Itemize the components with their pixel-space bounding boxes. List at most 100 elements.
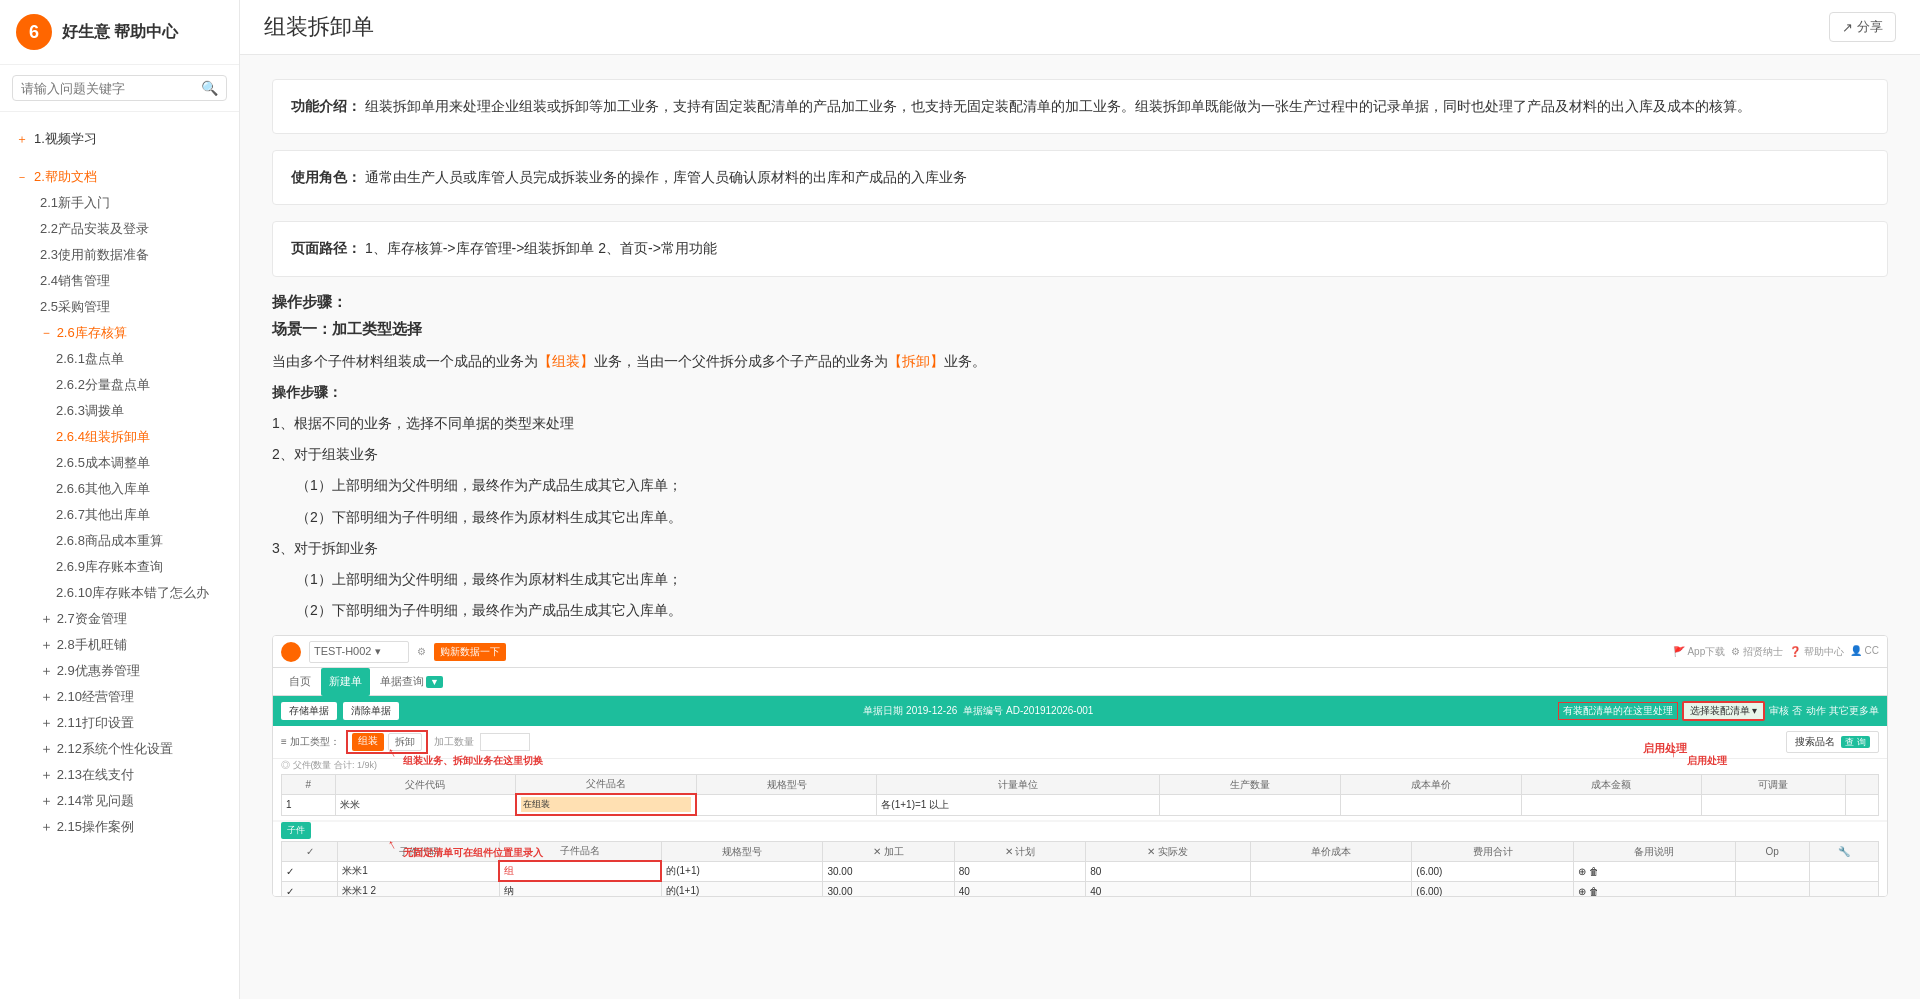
mini-top-row-1: 1 米米 在组装 各(1+1)=1 以上 <box>282 794 1879 815</box>
mini-bcol-op: Op <box>1735 842 1809 862</box>
screenshot-container: TEST-H002 ▾ ⚙ 购新数据一下 🚩 App下载 ⚙ 招贤纳士 ❓ 帮助… <box>272 635 1888 897</box>
sidebar-item-prepare[interactable]: 2.3使用前数据准备 <box>16 242 223 268</box>
screenshot-inner: TEST-H002 ▾ ⚙ 购新数据一下 🚩 App下载 ⚙ 招贤纳士 ❓ 帮助… <box>273 636 1887 896</box>
sidebar-item-print[interactable]: ＋ 2.11打印设置 <box>16 710 223 736</box>
mini-label-date: 单据日期 2019-12-26 <box>863 704 957 718</box>
mini-nav: 自页 新建单 单据查询 ▼ <box>273 668 1887 696</box>
mini-col-qty: 计量单位 <box>877 775 1160 795</box>
sidebar-item-install[interactable]: 2.2产品安装及登录 <box>16 216 223 242</box>
logo-area: 6 好生意 帮助中心 <box>0 0 239 65</box>
scenario1-block: 场景一：加工类型选择 当由多个子件材料组装成一个成品的业务为【组装】业务，当由一… <box>272 320 1888 624</box>
minus-icon-docs: － <box>16 169 28 186</box>
logo-icon: 6 <box>16 14 52 50</box>
step2: 2、对于组装业务 <box>272 442 1888 467</box>
step3-sub1: （1）上部明细为父件明细，最终作为原材料生成其它出库单； <box>272 567 1888 592</box>
mini-bcol-plan: ✕ 计划 <box>954 842 1085 862</box>
mini-qty-input <box>480 733 530 751</box>
sidebar-item-inventory[interactable]: － 2.6库存核算 <box>16 320 223 346</box>
sidebar-item-newbie[interactable]: 2.1新手入门 <box>16 190 223 216</box>
nav-tree: ＋ 1.视频学习 － 2.帮助文档 2.1新手入门 2.2产品安装及登录 2.3… <box>0 112 239 999</box>
mini-col-cost: 成本单价 <box>1340 775 1521 795</box>
sidebar-item-faq[interactable]: ＋ 2.14常见问题 <box>16 788 223 814</box>
mini-bottom-table: ✓ 子件代码 子件品名 规格型号 ✕ 加工 ✕ 计划 ✕ 实际发 单价成本 费用… <box>281 841 1879 896</box>
mini-col-num: # <box>282 775 336 795</box>
mini-col-spec: 规格型号 <box>696 775 877 795</box>
mini-bcol-icons: 🔧 <box>1809 842 1878 862</box>
sidebar-item-payment[interactable]: ＋ 2.13在线支付 <box>16 762 223 788</box>
sidebar-item-inventory-267[interactable]: 2.6.7其他出库单 <box>16 502 223 528</box>
intro-label: 功能介绍： <box>291 98 361 114</box>
mini-bcol-code: 子件代码 <box>338 842 500 862</box>
mini-type-disassemble: 拆卸 <box>388 733 422 751</box>
topbar: 组装拆卸单 ↗ 分享 <box>240 0 1920 55</box>
sidebar-item-docs[interactable]: － 2.帮助文档 <box>16 164 223 190</box>
sidebar-item-personalize[interactable]: ＋ 2.12系统个性化设置 <box>16 736 223 762</box>
mini-col-stock: 可调量 <box>1702 775 1846 795</box>
share-button[interactable]: ↗ 分享 <box>1829 12 1896 42</box>
mini-col-name: 父件品名 <box>516 775 697 795</box>
search-input[interactable] <box>21 81 201 96</box>
sidebar-item-inventory-269[interactable]: 2.6.9库存账本查询 <box>16 554 223 580</box>
mini-col-count: 生产数量 <box>1160 775 1341 795</box>
mini-action: 动作 其它更多单 <box>1806 704 1879 718</box>
sidebar-item-inventory-268[interactable]: 2.6.8商品成本重算 <box>16 528 223 554</box>
share-icon: ↗ <box>1842 20 1853 35</box>
sidebar-item-finance[interactable]: ＋ 2.7资金管理 <box>16 606 223 632</box>
mini-nav-home: 自页 <box>281 668 319 696</box>
mini-bcol-actual: ✕ 实际发 <box>1086 842 1250 862</box>
mini-audit: 审核 否 <box>1769 704 1802 718</box>
mini-ui: TEST-H002 ▾ ⚙ 购新数据一下 🚩 App下载 ⚙ 招贤纳士 ❓ 帮助… <box>273 636 1887 896</box>
plus-icon-video: ＋ <box>16 131 28 148</box>
sidebar-item-mobile[interactable]: ＋ 2.8手机旺铺 <box>16 632 223 658</box>
sidebar-item-management[interactable]: ＋ 2.10经营管理 <box>16 684 223 710</box>
mini-nav-new: 新建单 <box>321 668 370 696</box>
sidebar-item-inventory-264[interactable]: 2.6.4组装拆卸单 <box>16 424 223 450</box>
sidebar-item-inventory-265[interactable]: 2.6.5成本调整单 <box>16 450 223 476</box>
sidebar-item-sales[interactable]: 2.4销售管理 <box>16 268 223 294</box>
ann-enable: 启用处理 <box>1643 741 1687 756</box>
mini-select-bom: 选择装配清单 ▾ <box>1682 701 1766 721</box>
step1: 1、根据不同的业务，选择不同单据的类型来处理 <box>272 411 1888 436</box>
sidebar-item-cases[interactable]: ＋ 2.15操作案例 <box>16 814 223 840</box>
scenario1-steps-heading: 操作步骤： <box>272 380 1888 405</box>
mini-col-op <box>1845 775 1878 795</box>
sidebar-item-inventory-2610[interactable]: 2.6.10库存账本错了怎么办 <box>16 580 223 606</box>
mini-bottom-table-label: 子件 <box>281 822 311 839</box>
role-text: 通常由生产人员或库管人员完成拆装业务的操作，库管人员确认原材料的出库和产成品的入… <box>365 169 967 185</box>
path-block: 页面路径： 1、库存核算->库存管理->组装拆卸单 2、首页->常用功能 <box>272 221 1888 276</box>
mini-top-table: # 父件代码 父件品名 规格型号 计量单位 生产数量 成本单价 成本金额 可调量 <box>281 774 1879 816</box>
mini-col-total: 成本金额 <box>1521 775 1702 795</box>
mini-btn-save: 存储单据 <box>281 702 337 720</box>
logo-text: 好生意 帮助中心 <box>62 22 178 43</box>
mini-btn-clear: 清除单据 <box>343 702 399 720</box>
mini-bcol-name: 子件品名 <box>499 842 661 862</box>
scenario1-heading: 场景一：加工类型选择 <box>272 320 1888 339</box>
mini-qty-label: 加工数量 <box>434 735 474 749</box>
nav-section-video: ＋ 1.视频学习 <box>0 120 239 158</box>
role-block: 使用角色： 通常由生产人员或库管人员完成拆装业务的操作，库管人员确认原材料的出库… <box>272 150 1888 205</box>
mini-icon-2: ⚙ 招贤纳士 <box>1731 645 1783 659</box>
sidebar-item-inventory-261[interactable]: 2.6.1盘点单 <box>16 346 223 372</box>
intro-block: 功能介绍： 组装拆卸单用来处理企业组装或拆卸等加工业务，支持有固定装配清单的产品… <box>272 79 1888 134</box>
mini-logo <box>281 642 301 662</box>
sidebar-item-inventory-262[interactable]: 2.6.2分量盘点单 <box>16 372 223 398</box>
mini-toolbar: 存储单据 清除单据 单据日期 2019-12-26 单据编号 AD-201912… <box>273 696 1887 726</box>
mini-icon-3: ❓ 帮助中心 <box>1789 645 1844 659</box>
sidebar-item-inventory-266[interactable]: 2.6.6其他入库单 <box>16 476 223 502</box>
search-area: 🔍 <box>0 65 239 112</box>
mini-type-assemble: 组装 <box>352 733 384 751</box>
page-title: 组装拆卸单 <box>264 12 374 42</box>
intro-text: 组装拆卸单用来处理企业组装或拆卸等加工业务，支持有固定装配清单的产品加工业务，也… <box>365 98 1751 114</box>
search-box: 🔍 <box>12 75 227 101</box>
mini-bottom-table-area: 子件 ✓ 子件代码 子件品名 规格型号 ✕ 加工 ✕ 计划 <box>273 822 1887 896</box>
sidebar-item-video[interactable]: ＋ 1.视频学习 <box>16 126 223 152</box>
mini-enable-area: 搜索品名 查 询 <box>1786 731 1879 753</box>
sidebar-item-purchase[interactable]: 2.5采购管理 <box>16 294 223 320</box>
sidebar-item-inventory-263[interactable]: 2.6.3调拨单 <box>16 398 223 424</box>
mini-header: TEST-H002 ▾ ⚙ 购新数据一下 🚩 App下载 ⚙ 招贤纳士 ❓ 帮助… <box>273 636 1887 668</box>
mini-type-label: ≡ 加工类型： <box>281 735 340 749</box>
sidebar-item-coupon[interactable]: ＋ 2.9优惠券管理 <box>16 658 223 684</box>
step2-sub1: （1）上部明细为父件明细，最终作为产成品生成其它入库单； <box>272 473 1888 498</box>
mini-top-table-area: ◎ 父件(数量 合计: 1/9k) # 父件代码 父件品名 规格型号 计量单位 … <box>273 759 1887 820</box>
search-icon[interactable]: 🔍 <box>201 80 218 96</box>
